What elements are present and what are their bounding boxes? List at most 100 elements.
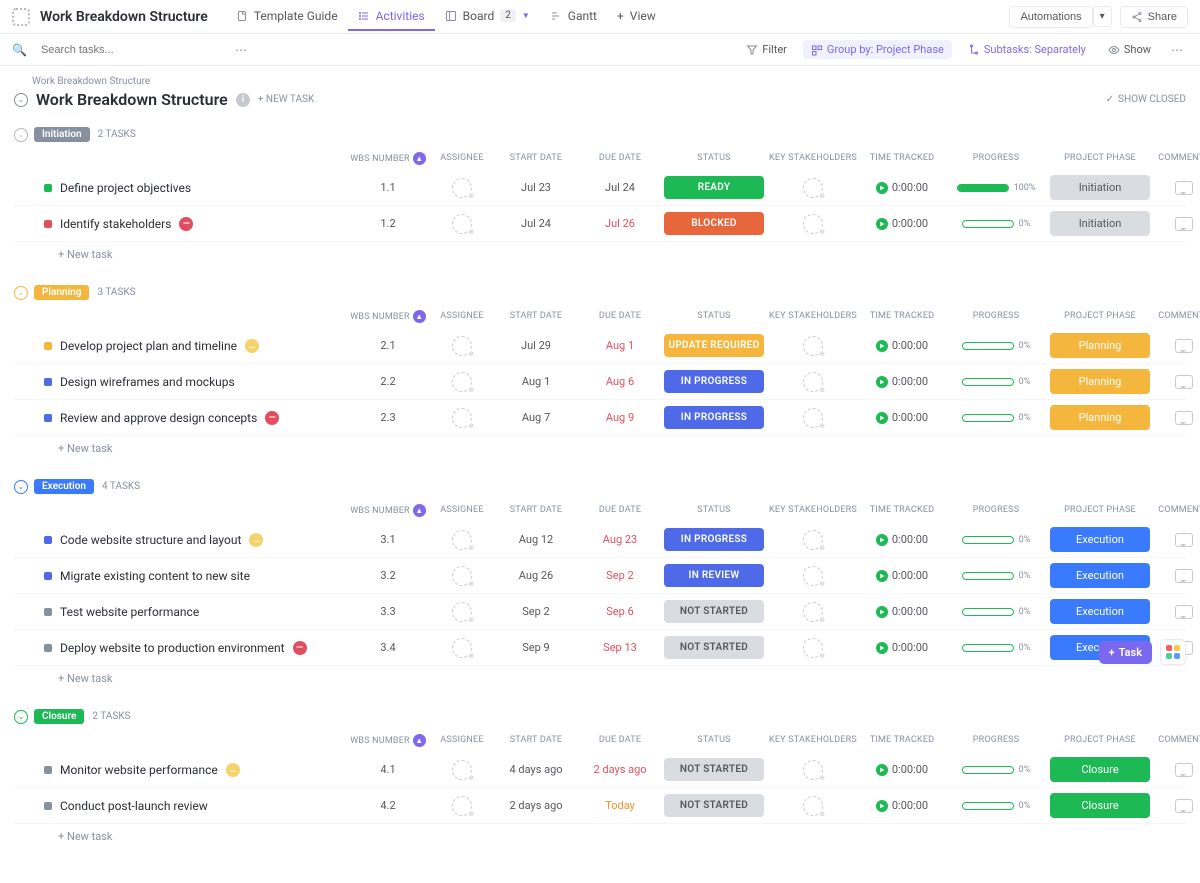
comment-icon[interactable] [1175,339,1193,353]
task-row[interactable]: Review and approve design concepts— 2.3 … [14,400,1186,436]
comment-icon[interactable] [1175,375,1193,389]
comment-icon[interactable] [1175,217,1193,231]
stakeholders-cell[interactable] [768,796,858,816]
collapse-all-icon[interactable]: ⌄ [14,93,28,107]
stakeholder-avatar-icon[interactable] [803,530,823,550]
wbs-cell[interactable]: 3.2 [348,569,428,582]
sort-asc-icon[interactable]: ▲ [413,734,426,747]
new-task-row[interactable]: + New task [14,824,1186,849]
status-cell[interactable]: NOT STARTED [664,600,764,623]
comment-icon[interactable] [1175,569,1193,583]
stakeholders-cell[interactable] [768,760,858,780]
start-date-cell[interactable]: Aug 12 [496,533,576,546]
task-name-cell[interactable]: Deploy website to production environment… [44,641,344,655]
comments-cell[interactable] [1154,339,1200,353]
due-date-cell[interactable]: Sep 2 [580,569,660,582]
group-label[interactable]: Initiation [34,127,90,142]
play-icon[interactable] [876,182,888,194]
task-row[interactable]: Define project objectives 1.1 Jul 23 Jul… [14,170,1186,206]
app-grid-fab[interactable] [1160,639,1186,665]
search-icon[interactable]: 🔍 [12,43,27,57]
wbs-cell[interactable]: 4.1 [348,763,428,776]
status-cell[interactable]: IN PROGRESS [664,406,764,429]
phase-cell[interactable]: Initiation [1050,175,1150,200]
task-row[interactable]: Develop project plan and timeline… 2.1 J… [14,328,1186,364]
wbs-cell[interactable]: 4.2 [348,799,428,812]
assignee-cell[interactable] [432,760,492,780]
progress-cell[interactable]: 0% [946,801,1046,811]
assignee-cell[interactable] [432,372,492,392]
task-row[interactable]: Test website performance 3.3 Sep 2 Sep 6… [14,594,1186,630]
assignee-cell[interactable] [432,178,492,198]
sort-asc-icon[interactable]: ▲ [413,152,426,165]
col-due[interactable]: DUE DATE [580,311,660,321]
stakeholders-cell[interactable] [768,372,858,392]
phase-cell[interactable]: Initiation [1050,211,1150,236]
share-button[interactable]: Share [1120,6,1188,28]
toolbar-more-icon[interactable]: ⋯ [1167,43,1188,57]
col-assignee[interactable]: ASSIGNEE [432,311,492,321]
phase-cell[interactable]: Closure [1050,793,1150,818]
filter-button[interactable]: Filter [740,40,793,59]
status-square-icon[interactable] [44,536,52,544]
tab-template-guide[interactable]: Template Guide [226,3,348,31]
col-status[interactable]: STATUS [664,505,764,515]
due-date-cell[interactable]: Jul 24 [580,181,660,194]
progress-cell[interactable]: 0% [946,341,1046,351]
sort-asc-icon[interactable]: ▲ [413,504,426,517]
comments-cell[interactable] [1154,533,1200,547]
col-time[interactable]: TIME TRACKED [862,735,942,745]
wbs-cell[interactable]: 3.4 [348,641,428,654]
assignee-avatar-icon[interactable] [452,178,472,198]
phase-cell[interactable]: Execution [1050,599,1150,624]
col-stakeholders[interactable]: KEY STAKEHOLDERS [768,505,858,515]
assignee-cell[interactable] [432,602,492,622]
wbs-cell[interactable]: 3.1 [348,533,428,546]
play-icon[interactable] [876,340,888,352]
stakeholder-avatar-icon[interactable] [803,796,823,816]
status-cell[interactable]: UPDATE REQUIRED [664,334,764,357]
task-row[interactable]: Migrate existing content to new site 3.2… [14,558,1186,594]
stakeholder-avatar-icon[interactable] [803,638,823,658]
stakeholders-cell[interactable] [768,214,858,234]
stakeholder-avatar-icon[interactable] [803,372,823,392]
stakeholder-avatar-icon[interactable] [803,408,823,428]
progress-cell[interactable]: 0% [946,643,1046,653]
status-square-icon[interactable] [44,802,52,810]
comment-icon[interactable] [1175,411,1193,425]
status-square-icon[interactable] [44,572,52,580]
stakeholder-avatar-icon[interactable] [803,602,823,622]
col-phase[interactable]: PROJECT PHASE [1050,311,1150,321]
progress-cell[interactable]: 0% [946,377,1046,387]
phase-cell[interactable]: Closure [1050,757,1150,782]
col-start[interactable]: START DATE [496,735,576,745]
comments-cell[interactable] [1154,605,1200,619]
due-date-cell[interactable]: Aug 1 [580,339,660,352]
due-date-cell[interactable]: Sep 6 [580,605,660,618]
play-icon[interactable] [876,606,888,618]
col-start[interactable]: START DATE [496,311,576,321]
assignee-avatar-icon[interactable] [452,214,472,234]
task-row[interactable]: Conduct post-launch review 4.2 2 days ag… [14,788,1186,824]
col-time[interactable]: TIME TRACKED [862,311,942,321]
group-collapse-icon[interactable]: ⌄ [14,128,28,142]
task-row[interactable]: Monitor website performance… 4.1 4 days … [14,752,1186,788]
stakeholders-cell[interactable] [768,602,858,622]
task-row[interactable]: Deploy website to production environment… [14,630,1186,666]
task-row[interactable]: Identify stakeholders— 1.2 Jul 24 Jul 26… [14,206,1186,242]
group-collapse-icon[interactable]: ⌄ [14,286,28,300]
phase-cell[interactable]: Planning [1050,369,1150,394]
comment-icon[interactable] [1175,605,1193,619]
time-tracked-cell[interactable]: 0:00:00 [862,533,942,546]
start-date-cell[interactable]: Jul 23 [496,181,576,194]
status-square-icon[interactable] [44,342,52,350]
comments-cell[interactable] [1154,799,1200,813]
stakeholder-avatar-icon[interactable] [803,214,823,234]
new-task-row[interactable]: + New task [14,436,1186,461]
due-date-cell[interactable]: Sep 13 [580,641,660,654]
due-date-cell[interactable]: Today [580,799,660,812]
time-tracked-cell[interactable]: 0:00:00 [862,799,942,812]
col-stakeholders[interactable]: KEY STAKEHOLDERS [768,735,858,745]
assignee-cell[interactable] [432,336,492,356]
stakeholder-avatar-icon[interactable] [803,336,823,356]
